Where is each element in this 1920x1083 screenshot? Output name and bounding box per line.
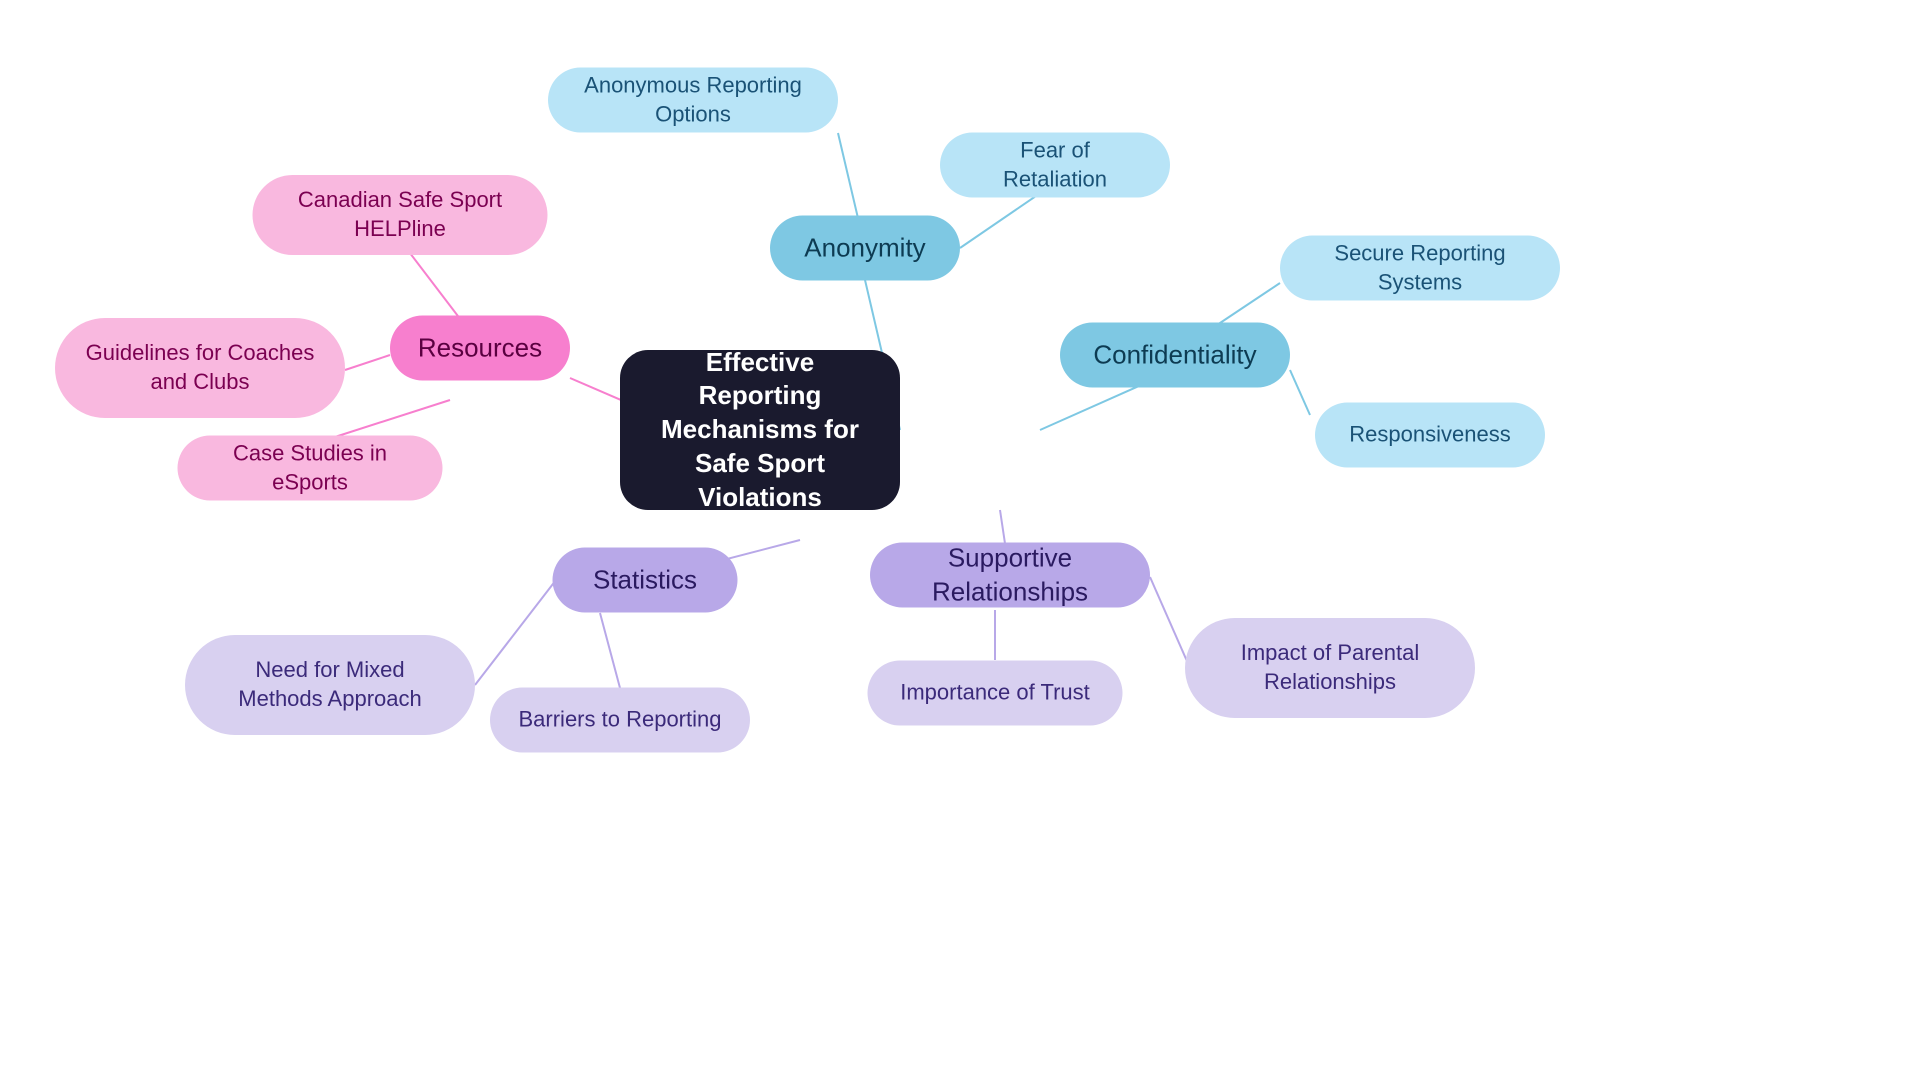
impact-parental-node[interactable]: Impact of Parental Relationships — [1185, 618, 1475, 718]
confidentiality-node[interactable]: Confidentiality — [1060, 323, 1290, 388]
center-node[interactable]: Effective Reporting Mechanisms for Safe … — [620, 350, 900, 510]
need-mixed-node[interactable]: Need for Mixed Methods Approach — [185, 635, 475, 735]
canadian-helpline-node[interactable]: Canadian Safe Sport HELPline — [253, 175, 548, 255]
supportive-node[interactable]: Supportive Relationships — [870, 543, 1150, 608]
anonymity-node[interactable]: Anonymity — [770, 216, 960, 281]
anonymous-reporting-node[interactable]: Anonymous Reporting Options — [548, 68, 838, 133]
barriers-node[interactable]: Barriers to Reporting — [490, 688, 750, 753]
guidelines-node[interactable]: Guidelines for Coaches and Clubs — [55, 318, 345, 418]
case-studies-node[interactable]: Case Studies in eSports — [178, 436, 443, 501]
importance-trust-node[interactable]: Importance of Trust — [868, 661, 1123, 726]
resources-node[interactable]: Resources — [390, 316, 570, 381]
fear-retaliation-node[interactable]: Fear of Retaliation — [940, 133, 1170, 198]
statistics-node[interactable]: Statistics — [553, 548, 738, 613]
secure-reporting-node[interactable]: Secure Reporting Systems — [1280, 236, 1560, 301]
responsiveness-node[interactable]: Responsiveness — [1315, 403, 1545, 468]
